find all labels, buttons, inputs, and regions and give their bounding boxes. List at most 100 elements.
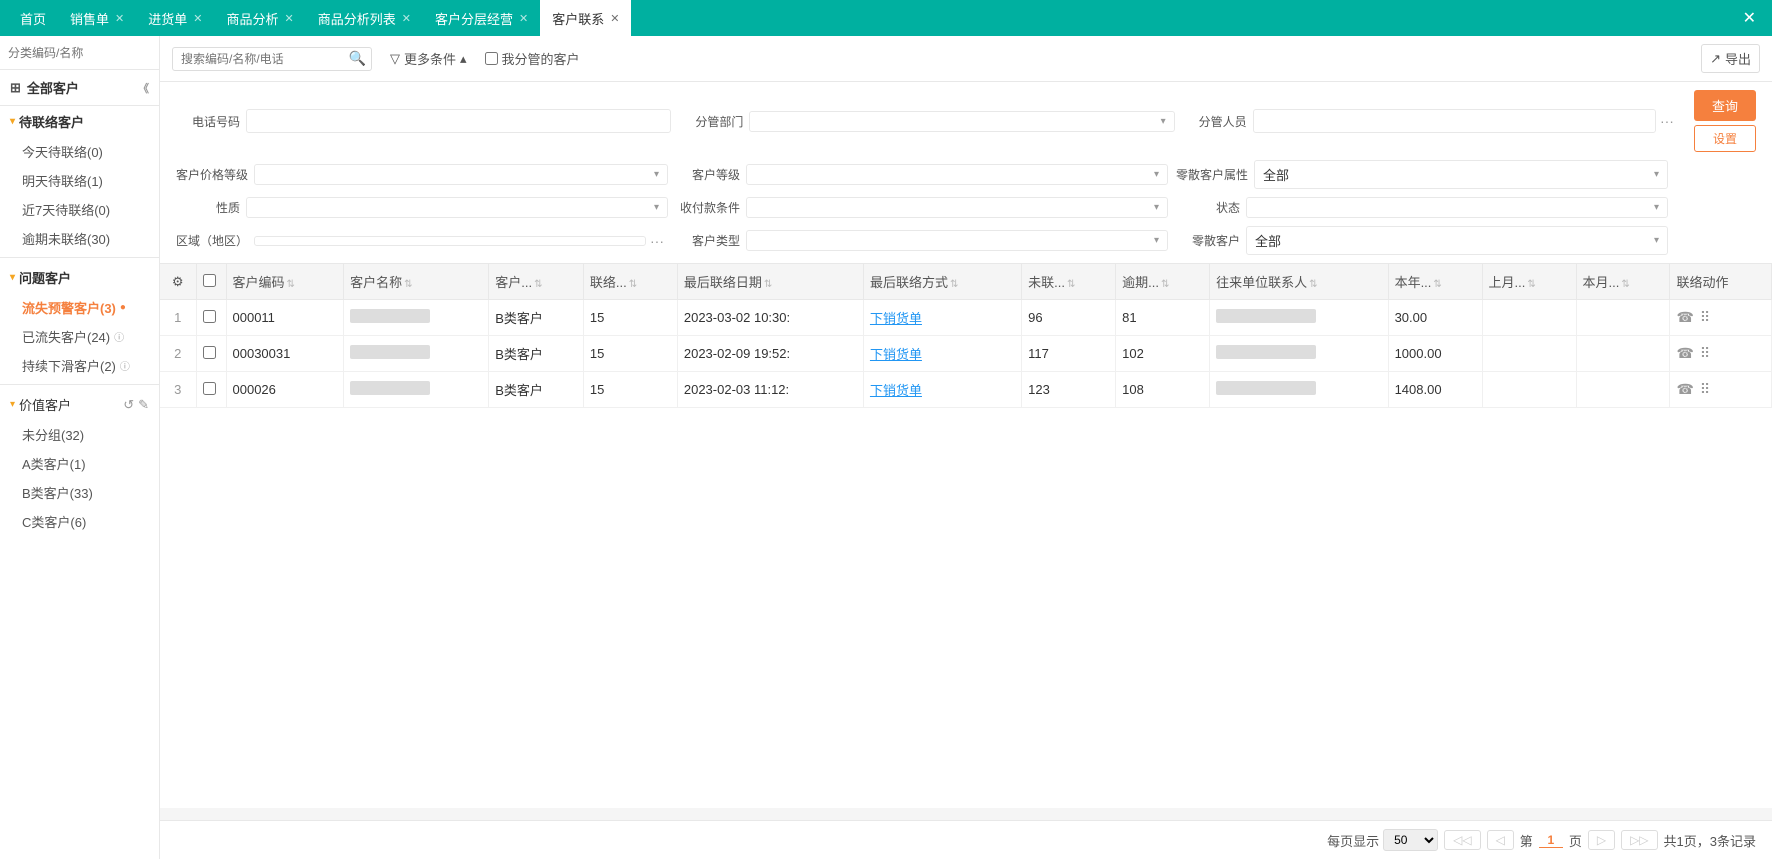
sidebar-search-input[interactable]	[8, 46, 160, 60]
sort-contact-person-icon[interactable]: ⇅	[1309, 279, 1317, 290]
contact-method-link[interactable]: 下销货单	[870, 311, 922, 326]
sidebar-item-ungrouped[interactable]: 未分组(32)	[0, 420, 159, 449]
page-size-select[interactable]: 50 100	[1383, 829, 1438, 851]
filter-search-button[interactable]: 🔍	[349, 50, 366, 67]
row-select-checkbox[interactable]	[203, 310, 216, 323]
region-field: 区域（地区） ···	[176, 232, 668, 249]
close-all-button[interactable]: ✕	[1735, 8, 1764, 28]
sidebar-item-week-contact[interactable]: 近7天待联络(0)	[0, 195, 159, 224]
row-last-method[interactable]: 下销货单	[863, 372, 1021, 408]
nav-tab-customer-contact[interactable]: 客户联系 ✕	[540, 0, 631, 36]
page-first-button[interactable]: ◁◁	[1444, 830, 1480, 850]
contact-method-link[interactable]: 下销货单	[870, 383, 922, 398]
sort-last-month-icon[interactable]: ⇅	[1527, 279, 1535, 290]
region-select[interactable]	[254, 236, 646, 246]
price-level-select[interactable]: ▾	[254, 164, 668, 185]
sidebar-item-b-class[interactable]: B类客户(33)	[0, 478, 159, 507]
close-customer-tier-tab[interactable]: ✕	[519, 12, 528, 25]
sort-uncontacted-icon[interactable]: ⇅	[1067, 279, 1075, 290]
contact-method-link[interactable]: 下销货单	[870, 347, 922, 362]
sort-date-icon[interactable]: ⇅	[764, 279, 772, 290]
sort-month-icon[interactable]: ⇅	[1621, 279, 1629, 290]
page-prev-button[interactable]: ◁	[1487, 830, 1514, 850]
more-conditions-button[interactable]: ▽ 更多条件 ▴	[382, 45, 475, 72]
row-last-method[interactable]: 下销货单	[863, 300, 1021, 336]
query-button[interactable]: 查询	[1694, 90, 1756, 121]
phone-input[interactable]	[246, 109, 671, 133]
nature-select[interactable]: ▾	[246, 197, 668, 218]
payment-select[interactable]: ▾	[746, 197, 1168, 218]
status-select[interactable]: ▾	[1246, 197, 1668, 218]
advanced-filter-panel: 电话号码 分管部门 ▾ 分管人员 ··· 查询 设置	[160, 82, 1772, 264]
row-select-checkbox[interactable]	[203, 346, 216, 359]
manager-ellipsis[interactable]: ···	[1656, 113, 1678, 129]
sidebar-item-churn-warning[interactable]: 流失预警客户(3) ●	[0, 293, 159, 322]
sort-overdue-icon[interactable]: ⇅	[1161, 279, 1169, 290]
more-action-icon[interactable]: ⠿	[1700, 309, 1710, 326]
region-ellipsis[interactable]: ···	[646, 233, 668, 249]
phone-icon[interactable]: ☎	[1676, 309, 1693, 326]
row-checkbox[interactable]	[196, 300, 226, 336]
sidebar-all-customers[interactable]: ⊞ 全部客户 《	[0, 70, 159, 106]
nav-tab-home[interactable]: 首页	[8, 9, 58, 28]
dept-select[interactable]: ▾	[749, 111, 1174, 132]
row-uncontacted: 117	[1022, 336, 1116, 372]
info-icon: ●	[120, 302, 126, 313]
phone-icon[interactable]: ☎	[1676, 345, 1693, 362]
col-settings[interactable]: ⚙	[160, 264, 196, 300]
close-sales-tab[interactable]: ✕	[115, 12, 124, 25]
nav-tab-sales[interactable]: 销售单 ✕	[58, 0, 136, 36]
sort-type-icon[interactable]: ⇅	[534, 279, 542, 290]
customer-type-select[interactable]: ▾	[746, 230, 1168, 251]
filter-search-input[interactable]	[172, 47, 372, 71]
sidebar-item-declining[interactable]: 持续下滑客户(2) ⓘ	[0, 351, 159, 380]
sidebar-item-overdue-contact[interactable]: 逾期未联络(30)	[0, 224, 159, 253]
close-purchase-tab[interactable]: ✕	[193, 12, 202, 25]
manager-input[interactable]	[1253, 109, 1656, 133]
export-button[interactable]: ↗ 导出	[1701, 44, 1760, 73]
filter-bar: 🔍 ▽ 更多条件 ▴ 我分管的客户 ↗ 导出	[160, 36, 1772, 82]
row-checkbox[interactable]	[196, 336, 226, 372]
refresh-icon[interactable]: ↺	[123, 397, 134, 413]
phone-icon[interactable]: ☎	[1676, 381, 1693, 398]
setting-button[interactable]: 设置	[1694, 125, 1756, 152]
row-last-method[interactable]: 下销货单	[863, 336, 1021, 372]
my-customers-checkbox[interactable]	[485, 52, 498, 65]
sort-method-icon[interactable]: ⇅	[950, 279, 958, 290]
nav-tab-purchase[interactable]: 进货单 ✕	[136, 0, 214, 36]
customer-level-select[interactable]: ▾	[746, 164, 1168, 185]
more-action-icon[interactable]: ⠿	[1700, 381, 1710, 398]
nav-tab-customer-tier[interactable]: 客户分层经营 ✕	[423, 0, 540, 36]
sidebar-group-problem[interactable]: ▾ 问题客户	[0, 262, 159, 293]
page-input[interactable]	[1539, 833, 1563, 848]
edit-icon[interactable]: ✎	[138, 397, 149, 413]
close-goods-analysis-tab[interactable]: ✕	[285, 12, 294, 25]
retail-customer-select[interactable]: 全部▾	[1246, 226, 1668, 255]
manager-field: 分管人员 ···	[1183, 109, 1678, 133]
col-checkbox[interactable]	[196, 264, 226, 300]
sort-code-icon[interactable]: ⇅	[287, 279, 295, 290]
row-checkbox[interactable]	[196, 372, 226, 408]
close-customer-contact-tab[interactable]: ✕	[610, 12, 619, 25]
horizontal-scrollbar[interactable]	[160, 808, 1772, 820]
sidebar-group-pending[interactable]: ▾ 待联络客户	[0, 106, 159, 137]
select-all-checkbox[interactable]	[203, 274, 216, 287]
page-next-button[interactable]: ▷	[1588, 830, 1615, 850]
close-goods-list-tab[interactable]: ✕	[402, 12, 411, 25]
row-select-checkbox[interactable]	[203, 382, 216, 395]
sidebar-item-a-class[interactable]: A类客户(1)	[0, 449, 159, 478]
sidebar-item-tomorrow-contact[interactable]: 明天待联络(1)	[0, 166, 159, 195]
nav-tab-goods-analysis[interactable]: 商品分析 ✕	[214, 0, 305, 36]
more-action-icon[interactable]: ⠿	[1700, 345, 1710, 362]
my-customers-checkbox-label[interactable]: 我分管的客户	[485, 49, 580, 68]
sort-name-icon[interactable]: ⇅	[404, 279, 412, 290]
page-last-button[interactable]: ▷▷	[1621, 830, 1657, 850]
retail-attr-select[interactable]: 全部▾	[1254, 160, 1668, 189]
sidebar-group-value[interactable]: ▾ 价值客户 ↺ ✎	[0, 389, 159, 420]
sort-contacts-icon[interactable]: ⇅	[629, 279, 637, 290]
nav-tab-goods-list[interactable]: 商品分析列表 ✕	[306, 0, 423, 36]
sidebar-item-today-contact[interactable]: 今天待联络(0)	[0, 137, 159, 166]
sort-year-icon[interactable]: ⇅	[1433, 279, 1441, 290]
sidebar-item-churned[interactable]: 已流失客户(24) ⓘ	[0, 322, 159, 351]
sidebar-item-c-class[interactable]: C类客户(6)	[0, 507, 159, 536]
